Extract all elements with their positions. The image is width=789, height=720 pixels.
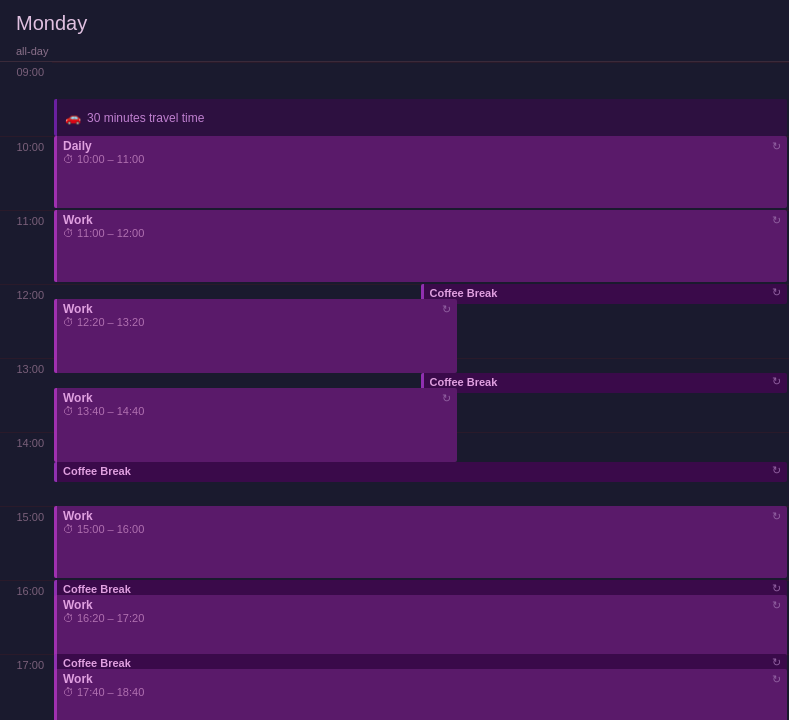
coffee-event-2[interactable]: ↻ Coffee Break: [421, 373, 788, 393]
daily-event[interactable]: ↻ Daily ⏱ 10:00 – 11:00: [54, 136, 787, 208]
travel-event[interactable]: 🚗 30 minutes travel time: [54, 99, 787, 136]
repeat-icon-7: ↻: [772, 673, 781, 686]
repeat-icon: ↻: [772, 140, 781, 153]
repeat-icon-c2: ↻: [772, 375, 781, 388]
repeat-icon-c1: ↻: [772, 286, 781, 299]
repeat-icon-4: ↻: [442, 392, 451, 405]
clock-icon: ⏱: [63, 153, 74, 165]
work6-title: Work: [63, 672, 781, 686]
work-event-6[interactable]: ↻ Work ⏱ 17:40 – 18:40: [54, 669, 787, 720]
coffee4-title: Coffee Break: [63, 583, 781, 595]
page-title: Monday: [0, 0, 789, 41]
time-column: 09:00 10:00 11:00 12:00 13:00 14:00 15:0…: [0, 62, 52, 720]
work1-title: Work: [63, 213, 781, 227]
event-time: ⏱ 10:00 – 11:00: [63, 153, 781, 165]
car-icon: 🚗: [65, 110, 81, 125]
work2-title: Work: [63, 302, 451, 316]
work5-title: Work: [63, 598, 781, 612]
work5-time: ⏱ 16:20 – 17:20: [63, 612, 781, 624]
event-title: Daily: [63, 139, 781, 153]
repeat-icon-5: ↻: [772, 510, 781, 523]
work1-time: ⏱ 11:00 – 12:00: [63, 227, 781, 239]
coffee5-title: Coffee Break: [63, 657, 781, 669]
repeat-icon-c5: ↻: [772, 656, 781, 669]
work3-time: ⏱ 13:40 – 14:40: [63, 405, 451, 417]
work2-time: ⏱ 12:20 – 13:20: [63, 316, 451, 328]
work-event-1[interactable]: ↻ Work ⏱ 11:00 – 12:00: [54, 210, 787, 282]
work6-time: ⏱ 17:40 – 18:40: [63, 686, 781, 698]
work-event-4[interactable]: ↻ Work ⏱ 15:00 – 16:00: [54, 506, 787, 578]
coffee-event-1[interactable]: ↻ Coffee Break: [421, 284, 788, 304]
repeat-icon-6: ↻: [772, 599, 781, 612]
repeat-icon-c3: ↻: [772, 464, 781, 477]
work-event-2[interactable]: ↻ Work ⏱ 12:20 – 13:20: [54, 299, 457, 373]
work4-title: Work: [63, 509, 781, 523]
repeat-icon-c4: ↻: [772, 582, 781, 595]
coffee1-title: Coffee Break: [430, 287, 782, 299]
work-event-3[interactable]: ↻ Work ⏱ 13:40 – 14:40: [54, 388, 457, 462]
coffee2-title: Coffee Break: [430, 376, 782, 388]
coffee3-title: Coffee Break: [63, 465, 781, 477]
repeat-icon-2: ↻: [772, 214, 781, 227]
coffee-event-3[interactable]: ↻ Coffee Break: [54, 462, 787, 482]
travel-title: 30 minutes travel time: [87, 111, 204, 125]
repeat-icon-3: ↻: [442, 303, 451, 316]
events-column: 🚗 30 minutes travel time ↻ Daily ⏱ 10:00…: [52, 62, 789, 720]
work4-time: ⏱ 15:00 – 16:00: [63, 523, 781, 535]
all-day-row: all-day: [0, 41, 789, 62]
work3-title: Work: [63, 391, 451, 405]
